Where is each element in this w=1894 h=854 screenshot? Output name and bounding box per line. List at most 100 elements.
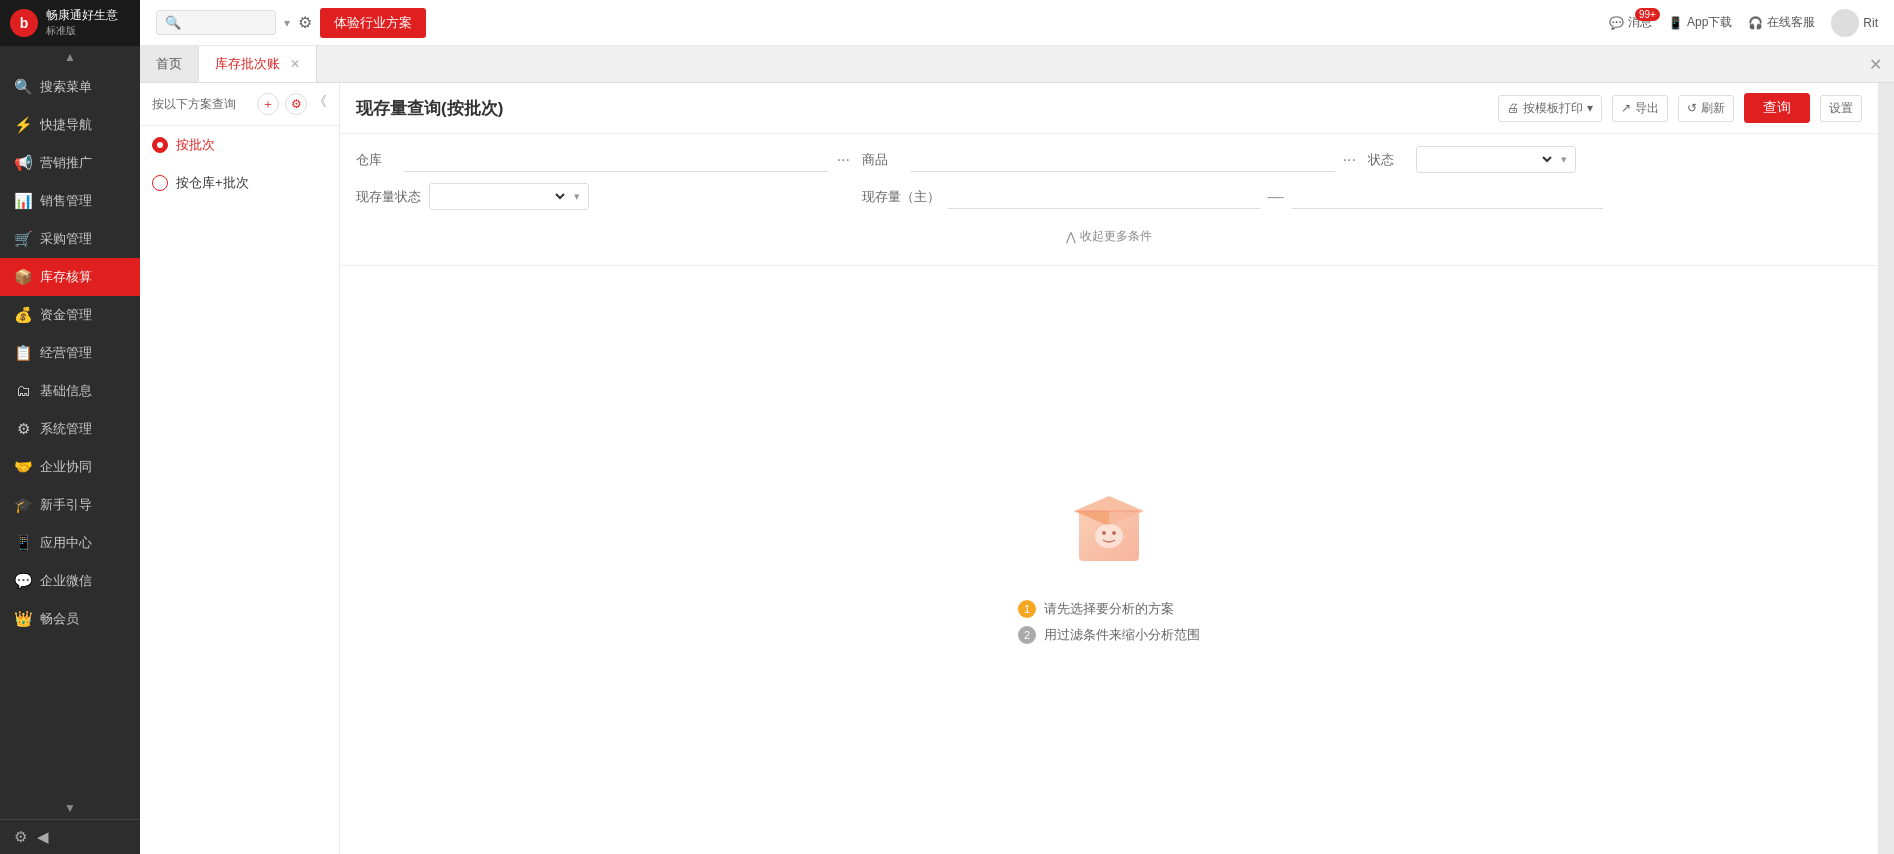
sidebar-item-label: 销售管理 [40,192,92,210]
search-icon: 🔍 [165,15,181,30]
settings-btn[interactable]: 设置 [1820,95,1862,122]
sidebar-item-sales[interactable]: 📊 销售管理 [0,182,140,220]
collapse-more-label: 收起更多条件 [1080,228,1152,245]
experience-btn[interactable]: 体验行业方案 [320,8,426,38]
inventory-status-select[interactable]: ▾ [429,183,589,210]
user-name: Rit [1863,16,1878,30]
filter-item-by-batch[interactable]: 按批次 [140,126,339,164]
purchase-icon: 🛒 [14,230,32,248]
inventory-amount-from[interactable] [948,185,1260,209]
settings-icon[interactable]: ⚙ [14,828,27,846]
message-icon: 💬 [1609,16,1624,30]
sidebar-item-app[interactable]: 📱 应用中心 [0,524,140,562]
refresh-icon: ↺ [1687,101,1697,115]
sidebar-item-operations[interactable]: 📋 经营管理 [0,334,140,372]
sidebar: b 畅康通好生意 标准版 ▲ 🔍 搜索菜单 ⚡ 快捷导航 📢 营销推广 📊 销售… [0,0,140,854]
tabs-bar: 首页 库存批次账 ✕ ✕ [140,46,1894,83]
newbie-icon: 🎓 [14,496,32,514]
sidebar-item-search-menu[interactable]: 🔍 搜索菜单 [0,68,140,106]
tab-close-icon[interactable]: ✕ [290,57,300,71]
top-bar-right: 💬 消息 99+ 📱 App下载 🎧 在线客服 Rit [1609,9,1878,37]
status-label: 状态 [1368,151,1408,169]
sidebar-item-label: 基础信息 [40,382,92,400]
sidebar-item-finance[interactable]: 💰 资金管理 [0,296,140,334]
sidebar-item-inventory[interactable]: 📦 库存核算 [0,258,140,296]
warehouse-more-icon[interactable]: ··· [837,151,850,169]
user-profile[interactable]: Rit [1831,9,1878,37]
sidebar-item-label: 新手引导 [40,496,92,514]
empty-tips: 1 请先选择要分析的方案 2 用过滤条件来缩小分析范围 [1018,600,1200,644]
sidebar-scroll-up[interactable]: ▲ [0,46,140,68]
gear-icon[interactable]: ⚙ [298,13,312,32]
print-dropdown-icon[interactable]: ▾ [1587,101,1593,115]
app-icon: 📱 [14,534,32,552]
filter-dot-inner [157,142,163,148]
product-more-icon[interactable]: ··· [1343,151,1356,169]
sidebar-item-basic[interactable]: 🗂 基础信息 [0,372,140,410]
enterprise-icon: 🤝 [14,458,32,476]
operations-icon: 📋 [14,344,32,362]
sidebar-item-system[interactable]: ⚙ 系统管理 [0,410,140,448]
tab-home[interactable]: 首页 [140,46,199,82]
sidebar-item-label: 营销推广 [40,154,92,172]
messages-action[interactable]: 💬 消息 99+ [1609,14,1652,31]
warehouse-field: 仓库 ··· [356,148,850,172]
sidebar-item-enterprise[interactable]: 🤝 企业协同 [0,448,140,486]
right-inner: 1 请先选择要分析的方案 2 用过滤条件来缩小分析范围 [340,266,1878,854]
page-actions: 🖨 按模板打印 ▾ ↗ 导出 ↺ 刷新 查询 设置 [1498,93,1862,123]
inventory-status-dropdown[interactable] [438,188,568,205]
sidebar-scroll-down[interactable]: ▼ [0,797,140,819]
edit-scheme-btn[interactable]: ⚙ [285,93,307,115]
sidebar-item-label: 搜索菜单 [40,78,92,96]
app-download-label: App下载 [1687,14,1732,31]
refresh-label: 刷新 [1701,100,1725,117]
sidebar-header: b 畅康通好生意 标准版 [0,0,140,46]
filter-by-warehouse-batch-label: 按仓库+批次 [176,174,249,192]
content-area: 按以下方案查询 ＋ ⚙ 《 按批次 按仓库+批次 [140,83,1894,854]
refresh-btn[interactable]: ↺ 刷新 [1678,95,1734,122]
sidebar-item-wechat[interactable]: 💬 企业微信 [0,562,140,600]
tab-inventory-batch[interactable]: 库存批次账 ✕ [199,46,317,82]
export-btn[interactable]: ↗ 导出 [1612,95,1668,122]
query-btn[interactable]: 查询 [1744,93,1810,123]
sidebar-item-label: 应用中心 [40,534,92,552]
sidebar-item-purchase[interactable]: 🛒 采购管理 [0,220,140,258]
print-btn[interactable]: 🖨 按模板打印 ▾ [1498,95,1602,122]
warehouse-input[interactable] [404,148,829,172]
filter-header-icons: ＋ ⚙ 《 [257,93,327,115]
top-search-box[interactable]: 🔍 [156,10,276,35]
sidebar-item-newbie[interactable]: 🎓 新手引导 [0,486,140,524]
tab-inventory-batch-label: 库存批次账 [215,55,280,73]
condition-row-2: 现存量状态 ▾ 现存量（主） — [356,183,1862,210]
sidebar-item-quick-nav[interactable]: ⚡ 快捷导航 [0,106,140,144]
filter-title: 按以下方案查询 [152,96,236,113]
top-search-input[interactable] [186,16,266,30]
empty-state: 1 请先选择要分析的方案 2 用过滤条件来缩小分析范围 [340,266,1878,854]
collapse-filter-btn[interactable]: 《 [313,93,327,115]
search-menu-icon: 🔍 [14,78,32,96]
status-select[interactable]: ▾ [1416,146,1576,173]
top-bar-left: 🔍 ▾ ⚙ 体验行业方案 [156,8,1599,38]
member-icon: 👑 [14,610,32,628]
sidebar-subtitle: 标准版 [46,24,118,38]
sidebar-item-marketing[interactable]: 📢 营销推广 [0,144,140,182]
product-input[interactable] [910,148,1335,172]
sidebar-item-label: 资金管理 [40,306,92,324]
collapse-icon[interactable]: ◀ [37,828,49,846]
right-sidebar [1878,83,1894,854]
collapse-more[interactable]: ⋀ 收起更多条件 [356,220,1862,253]
sidebar-item-label: 库存核算 [40,268,92,286]
status-dropdown[interactable] [1425,151,1555,168]
tab-home-label: 首页 [156,55,182,73]
amount-separator: — [1268,188,1284,206]
app-download-action[interactable]: 📱 App下载 [1668,14,1732,31]
empty-illustration [1059,476,1159,576]
dropdown-chevron-icon[interactable]: ▾ [284,16,290,30]
online-service-action[interactable]: 🎧 在线客服 [1748,14,1815,31]
inv-status-chevron-icon: ▾ [574,190,580,203]
sidebar-item-member[interactable]: 👑 畅会员 [0,600,140,638]
inventory-amount-to[interactable] [1292,185,1604,209]
add-scheme-btn[interactable]: ＋ [257,93,279,115]
filter-item-by-warehouse-batch[interactable]: 按仓库+批次 [140,164,339,202]
tabs-close-all[interactable]: ✕ [1857,55,1894,74]
